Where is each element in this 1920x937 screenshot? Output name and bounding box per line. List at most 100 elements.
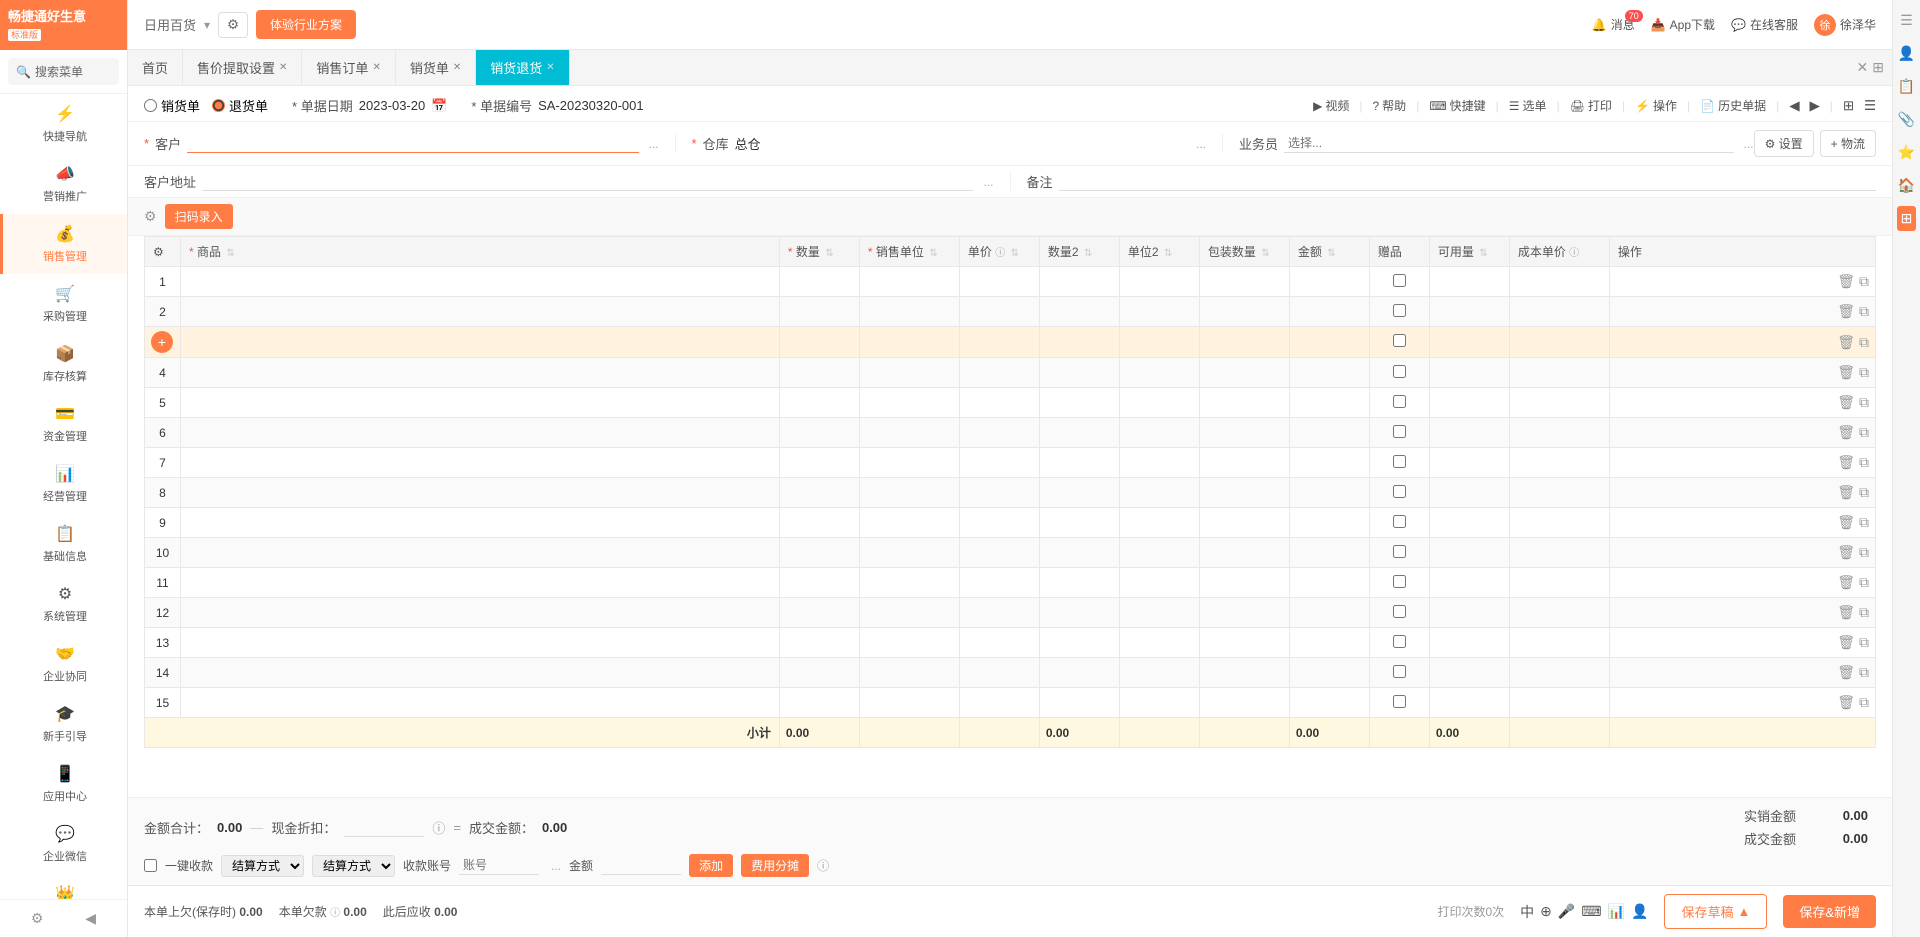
copy-row-btn[interactable]: ⧉ bbox=[1859, 273, 1869, 290]
unit-price-cell[interactable] bbox=[959, 267, 1039, 297]
tab-close-icon[interactable]: ✕ bbox=[546, 62, 554, 73]
tab-price-settings[interactable]: 售价提取设置 ✕ bbox=[183, 50, 302, 85]
delete-row-btn[interactable]: 🗑 bbox=[1837, 303, 1855, 320]
radio-sales-invoice[interactable]: 销货单 bbox=[144, 96, 200, 115]
gift-cell[interactable] bbox=[1369, 267, 1429, 297]
delete-row-btn[interactable]: 🗑 bbox=[1837, 484, 1855, 501]
delete-row-btn[interactable]: 🗑 bbox=[1837, 273, 1855, 290]
copy-row-btn[interactable]: ⧉ bbox=[1859, 454, 1869, 471]
unit-price-cell[interactable] bbox=[959, 297, 1039, 327]
delete-row-btn[interactable]: 🗑 bbox=[1837, 634, 1855, 651]
gift-checkbox[interactable] bbox=[1393, 304, 1406, 317]
tab-sales-invoice[interactable]: 销货单 ✕ bbox=[396, 50, 476, 85]
available-cell[interactable] bbox=[1429, 267, 1509, 297]
qty2-cell[interactable] bbox=[1039, 267, 1119, 297]
unit2-cell[interactable] bbox=[1119, 267, 1199, 297]
gift-cell[interactable] bbox=[1369, 297, 1429, 327]
sort-icon[interactable]: ⇅ bbox=[226, 248, 234, 259]
form-settings-button[interactable]: ⚙ 设置 bbox=[1754, 130, 1814, 157]
operation-btn[interactable]: ⚡ 操作 bbox=[1635, 97, 1677, 114]
search-menu-button[interactable]: 🔍 搜索菜单 bbox=[8, 58, 119, 85]
toolbar-icon-2[interactable]: ⊕ bbox=[1540, 903, 1552, 920]
history-btn[interactable]: 📄 历史单据 bbox=[1700, 97, 1766, 114]
radio-return[interactable]: 退货单 bbox=[212, 96, 268, 115]
cost-price-cell[interactable] bbox=[1509, 267, 1609, 297]
calendar-icon[interactable]: 📅 bbox=[431, 98, 447, 114]
qty-cell[interactable] bbox=[779, 327, 859, 358]
print-btn[interactable]: 🖨 打印 bbox=[1570, 97, 1612, 114]
goods-input[interactable] bbox=[187, 335, 773, 349]
tab-sales-return[interactable]: 销货退货 ✕ bbox=[476, 50, 569, 85]
delete-row-btn[interactable]: 🗑 bbox=[1837, 664, 1855, 681]
one-key-payment-checkbox[interactable] bbox=[144, 859, 157, 872]
user-button[interactable]: 徐 徐泽华 bbox=[1814, 14, 1876, 36]
copy-row-btn[interactable]: ⧉ bbox=[1859, 634, 1869, 651]
app-download-button[interactable]: 📥 App下载 bbox=[1651, 16, 1715, 33]
delete-row-btn[interactable]: 🗑 bbox=[1837, 364, 1855, 381]
right-sidebar-icon-6[interactable]: 🏠 bbox=[1894, 173, 1919, 198]
right-sidebar-icon-5[interactable]: ⭐ bbox=[1894, 140, 1919, 165]
available-cell[interactable] bbox=[1429, 297, 1509, 327]
next-doc-btn[interactable]: ▶ bbox=[1810, 98, 1820, 114]
sidebar-item-quick-nav[interactable]: ⚡ 快捷导航 bbox=[0, 94, 127, 154]
discount-input[interactable] bbox=[344, 818, 424, 837]
pkg-qty-cell[interactable] bbox=[1199, 327, 1289, 358]
qty2-cell[interactable] bbox=[1039, 297, 1119, 327]
gift-checkbox[interactable] bbox=[1393, 274, 1406, 287]
available-cell[interactable] bbox=[1429, 327, 1509, 358]
sales-unit-cell[interactable] bbox=[859, 267, 959, 297]
toolbar-icon-5[interactable]: 📊 bbox=[1608, 903, 1625, 920]
sidebar-item-marketing[interactable]: 📣 营销推广 bbox=[0, 154, 127, 214]
save-draft-button[interactable]: 保存草稿 ▲ bbox=[1664, 894, 1767, 929]
sidebar-item-finance[interactable]: 💳 资金管理 bbox=[0, 394, 127, 454]
calc-select[interactable]: 结算方式 bbox=[312, 855, 395, 877]
video-btn[interactable]: ▶ 视频 bbox=[1313, 97, 1349, 114]
sort-icon[interactable]: ⇅ bbox=[1261, 248, 1269, 259]
experience-button[interactable]: 体验行业方案 bbox=[256, 10, 356, 39]
amount-input[interactable] bbox=[601, 856, 681, 875]
sort-icon[interactable]: ⇅ bbox=[825, 248, 833, 259]
sidebar-item-cooperation[interactable]: 🤝 企业协同 bbox=[0, 634, 127, 694]
amount-cell[interactable] bbox=[1289, 267, 1369, 297]
sidebar-item-inventory[interactable]: 📦 库存核算 bbox=[0, 334, 127, 394]
delete-row-btn[interactable]: 🗑 bbox=[1837, 454, 1855, 471]
unit2-cell[interactable] bbox=[1119, 327, 1199, 358]
help-btn[interactable]: ? 帮助 bbox=[1372, 97, 1406, 114]
pkg-qty-cell[interactable] bbox=[1199, 297, 1289, 327]
delete-row-btn[interactable]: 🗑 bbox=[1837, 394, 1855, 411]
copy-row-btn[interactable]: ⧉ bbox=[1859, 424, 1869, 441]
tab-close-icon[interactable]: ✕ bbox=[453, 62, 461, 73]
prev-doc-btn[interactable]: ◀ bbox=[1789, 98, 1799, 114]
copy-row-btn[interactable]: ⧉ bbox=[1859, 334, 1869, 351]
address-input[interactable] bbox=[202, 172, 973, 191]
online-service-button[interactable]: 💬 在线客服 bbox=[1731, 16, 1798, 33]
sidebar-item-app-center[interactable]: 📱 应用中心 bbox=[0, 754, 127, 814]
customer-input[interactable] bbox=[187, 134, 638, 153]
list-view-btn[interactable]: ☰ bbox=[1864, 98, 1876, 114]
delete-row-btn[interactable]: 🗑 bbox=[1837, 514, 1855, 531]
sidebar-item-purchase[interactable]: 🛒 采购管理 bbox=[0, 274, 127, 334]
grid-view-btn[interactable]: ⊞ bbox=[1843, 98, 1854, 114]
qty2-cell[interactable] bbox=[1039, 327, 1119, 358]
shortcut-btn[interactable]: ⌨ 快捷键 bbox=[1429, 97, 1485, 114]
radio-sales-invoice-input[interactable] bbox=[144, 99, 157, 112]
sales-unit-cell[interactable] bbox=[859, 327, 959, 358]
right-sidebar-icon-4[interactable]: 📎 bbox=[1894, 107, 1919, 132]
tab-close-icon[interactable]: ✕ bbox=[372, 62, 380, 73]
delete-row-btn[interactable]: 🗑 bbox=[1837, 544, 1855, 561]
sidebar-settings-btn[interactable]: ⚙ bbox=[31, 910, 44, 927]
delete-row-btn[interactable]: 🗑 bbox=[1837, 694, 1855, 711]
cost-price-cell[interactable] bbox=[1509, 327, 1609, 358]
sidebar-item-wechat[interactable]: 💬 企业微信 bbox=[0, 814, 127, 874]
toolbar-icon-4[interactable]: ⌨ bbox=[1581, 903, 1601, 920]
sort-icon[interactable]: ⇅ bbox=[1084, 248, 1092, 259]
right-sidebar-icon-1[interactable]: ☰ bbox=[1896, 8, 1917, 33]
copy-row-btn[interactable]: ⧉ bbox=[1859, 694, 1869, 711]
add-row-button[interactable]: + bbox=[151, 331, 173, 353]
gift-checkbox[interactable] bbox=[1393, 334, 1406, 347]
message-button[interactable]: 🔔 消息 70 bbox=[1592, 16, 1635, 33]
header-settings-button[interactable]: ⚙ bbox=[218, 12, 248, 38]
toolbar-icon-1[interactable]: 中 bbox=[1520, 902, 1534, 922]
sidebar-item-system[interactable]: ⚙ 系统管理 bbox=[0, 574, 127, 634]
copy-row-btn[interactable]: ⧉ bbox=[1859, 394, 1869, 411]
